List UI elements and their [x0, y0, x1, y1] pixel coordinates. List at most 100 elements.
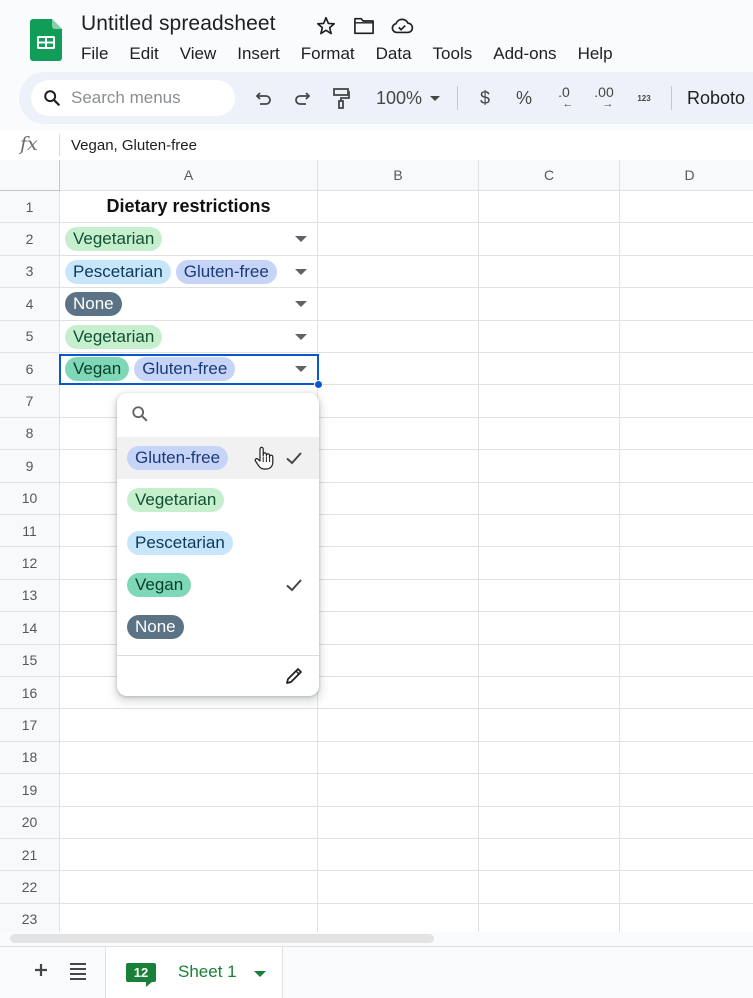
chip-gluten-free[interactable]: Gluten-free [134, 357, 236, 381]
percent-button[interactable]: % [513, 86, 535, 110]
cell-c18[interactable] [479, 741, 620, 775]
cell-c23[interactable] [479, 903, 620, 932]
cell-c4[interactable] [479, 288, 620, 321]
increase-decimal-button[interactable]: .00 → [589, 85, 619, 110]
all-sheets-list-icon[interactable] [68, 962, 88, 980]
row-header[interactable]: 5 [0, 320, 60, 353]
cell-b1[interactable] [318, 191, 479, 224]
document-title[interactable]: Untitled spreadsheet [81, 12, 276, 36]
cell-c1[interactable] [479, 191, 620, 224]
folder-icon[interactable] [352, 14, 376, 38]
dropdown-option[interactable]: Vegan [117, 564, 319, 606]
cell-c2[interactable] [479, 223, 620, 256]
cell-a22[interactable] [60, 871, 318, 904]
cell-c6[interactable] [479, 353, 620, 386]
cell-b23[interactable] [318, 903, 479, 932]
row-header[interactable]: 20 [0, 806, 60, 839]
pencil-edit-icon[interactable] [284, 666, 304, 686]
dropdown-option[interactable]: None [117, 606, 319, 648]
menu-help[interactable]: Help [578, 44, 613, 64]
cell-c15[interactable] [479, 644, 620, 677]
cell-d21[interactable] [620, 839, 753, 872]
cell-c20[interactable] [479, 806, 620, 839]
currency-button[interactable]: $ [475, 86, 495, 110]
cell-b13[interactable] [318, 579, 479, 613]
column-header-a[interactable]: A [60, 160, 318, 191]
cell-d18[interactable] [620, 742, 753, 775]
cell-c9[interactable] [479, 450, 620, 483]
row-header[interactable]: 15 [0, 644, 60, 677]
select-all-corner[interactable] [0, 160, 60, 191]
row-header[interactable]: 9 [0, 450, 60, 483]
menu-data[interactable]: Data [376, 44, 412, 64]
column-header-c[interactable]: C [479, 160, 620, 191]
row-header[interactable]: 1 [0, 191, 60, 224]
row-header[interactable]: 2 [0, 223, 60, 256]
chip-none[interactable]: None [65, 292, 122, 317]
dropdown-arrow-icon[interactable] [295, 301, 307, 308]
cell-b8[interactable] [318, 417, 479, 451]
cell-a1[interactable]: Dietary restrictions [60, 191, 318, 224]
cell-c8[interactable] [479, 417, 620, 451]
cell-d4[interactable] [620, 288, 753, 321]
dropdown-arrow-icon[interactable] [295, 236, 307, 243]
cell-c11[interactable] [479, 515, 620, 548]
cell-d15[interactable] [620, 645, 753, 677]
chip-vegetarian[interactable]: Vegetarian [65, 227, 163, 252]
cell-b21[interactable] [318, 839, 479, 872]
cell-d23[interactable] [620, 904, 753, 932]
cell-b14[interactable] [318, 612, 479, 645]
cell-b5[interactable] [318, 320, 479, 353]
cell-b9[interactable] [318, 450, 479, 483]
cell-b4[interactable] [318, 288, 479, 321]
row-header[interactable]: 19 [0, 774, 60, 807]
cell-d2[interactable] [620, 223, 753, 256]
row-header[interactable]: 14 [0, 612, 60, 645]
cell-a21[interactable] [60, 839, 318, 872]
cell-b20[interactable] [318, 806, 479, 839]
row-header[interactable]: 10 [0, 482, 60, 515]
cell-d17[interactable] [620, 709, 753, 742]
row-header[interactable]: 21 [0, 839, 60, 872]
more-formats-button[interactable]: 123 [633, 86, 655, 110]
cell-b22[interactable] [318, 871, 479, 904]
cell-d10[interactable] [620, 483, 753, 515]
cell-a18[interactable] [60, 741, 318, 775]
cell-d12[interactable] [620, 547, 753, 580]
cell-d8[interactable] [620, 418, 753, 451]
cell-b10[interactable] [318, 482, 479, 515]
row-header[interactable]: 17 [0, 709, 60, 742]
menu-insert[interactable]: Insert [237, 44, 280, 64]
cell-c12[interactable] [479, 547, 620, 580]
chip-gluten-free[interactable]: Gluten-free [175, 259, 277, 284]
cell-c14[interactable] [479, 612, 620, 645]
cell-c13[interactable] [479, 579, 620, 613]
cell-c7[interactable] [479, 385, 620, 418]
row-header[interactable]: 6 [0, 353, 60, 386]
cell-c10[interactable] [479, 482, 620, 515]
cell-c21[interactable] [479, 839, 620, 872]
cell-d9[interactable] [620, 450, 753, 483]
star-icon[interactable] [314, 14, 338, 38]
row-header[interactable]: 23 [0, 903, 60, 932]
row-header[interactable]: 7 [0, 385, 60, 418]
dropdown-option[interactable]: Vegetarian [117, 479, 319, 521]
cell-b7[interactable] [318, 385, 479, 418]
dropdown-arrow-icon[interactable] [295, 268, 307, 275]
cell-a23[interactable] [60, 903, 318, 932]
cell-c19[interactable] [479, 774, 620, 807]
cell-a2[interactable]: Vegetarian [60, 223, 318, 256]
dropdown-arrow-icon[interactable] [295, 333, 307, 340]
row-header[interactable]: 4 [0, 288, 60, 321]
cell-a4[interactable]: None [60, 288, 318, 321]
menu-view[interactable]: View [180, 44, 217, 64]
chip-vegetarian[interactable]: Vegetarian [65, 324, 163, 349]
cell-a6[interactable]: Vegan Gluten-free [60, 353, 318, 386]
cell-a19[interactable] [60, 774, 318, 807]
search-menus-input[interactable]: Search menus [31, 80, 235, 116]
dropdown-option[interactable]: Gluten-free [117, 437, 319, 479]
cell-d19[interactable] [620, 774, 753, 807]
column-header-d[interactable]: D [620, 160, 753, 191]
cell-c3[interactable] [479, 255, 620, 289]
menu-edit[interactable]: Edit [129, 44, 158, 64]
